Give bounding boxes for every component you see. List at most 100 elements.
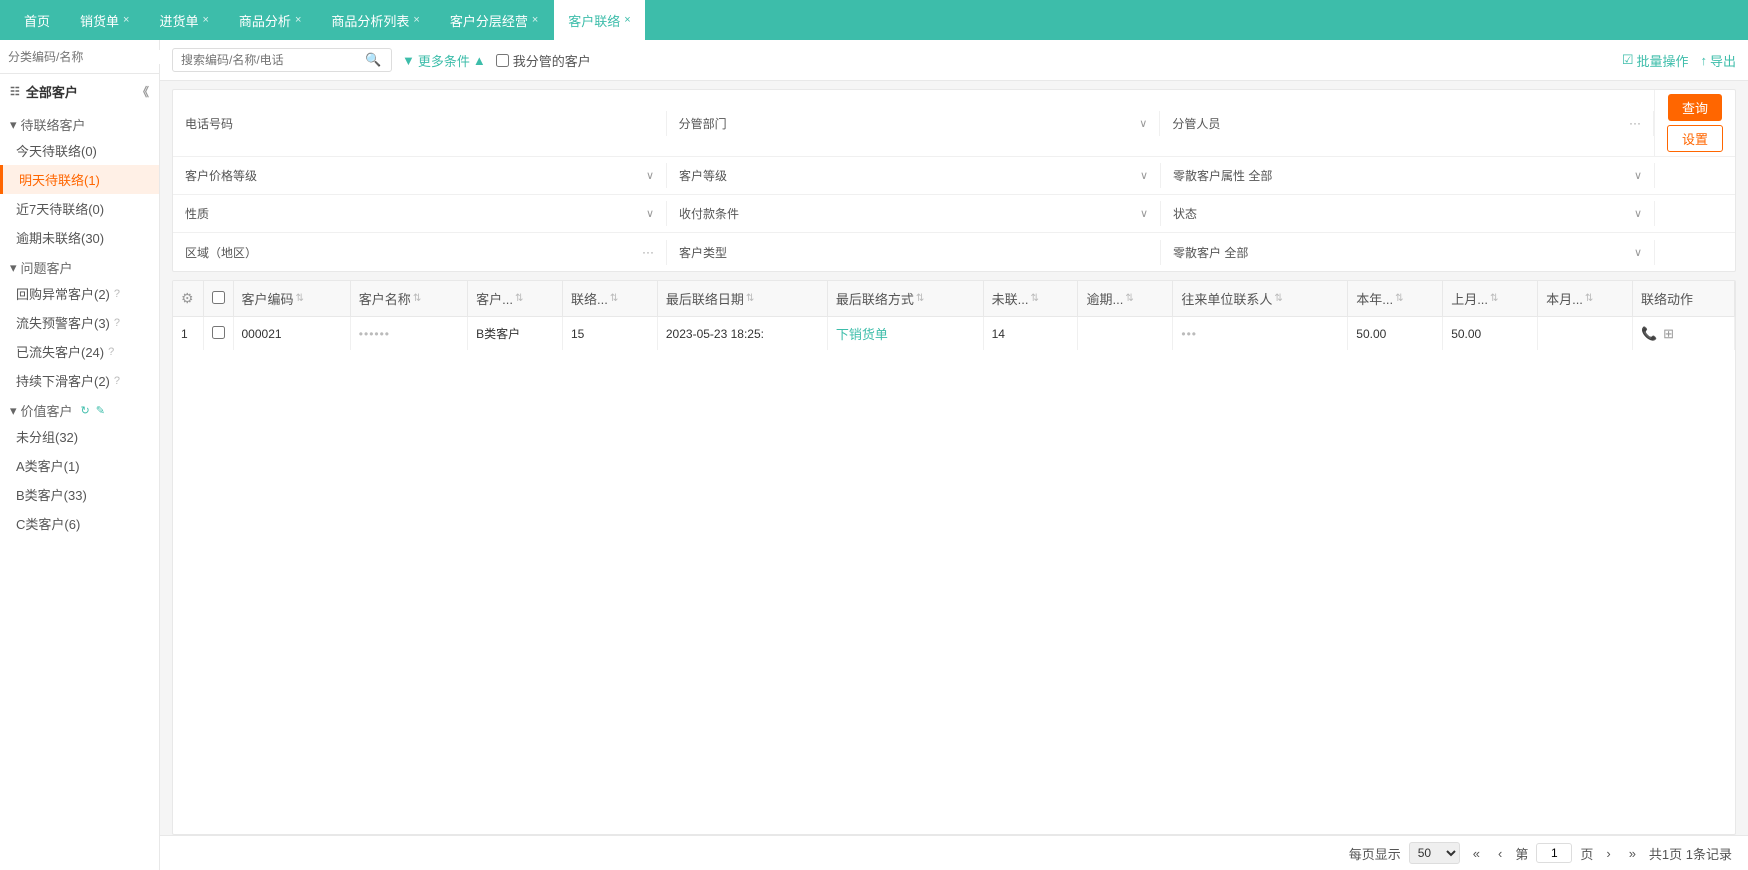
col-level[interactable]: 客户...⇅ — [468, 281, 563, 317]
sidebar-item-tomorrow-pending[interactable]: 明天待联络(1) — [0, 165, 159, 194]
col-overdue[interactable]: 逾期...⇅ — [1078, 281, 1173, 317]
total-label: 共1页 1条记录 — [1649, 844, 1732, 863]
nav-close-product-analysis[interactable]: × — [295, 14, 301, 26]
col-gear[interactable]: ⚙ — [173, 281, 203, 317]
sidebar-item-repurchase-abnormal[interactable]: 回购异常客户(2) ? — [0, 279, 159, 308]
nav-sales-order[interactable]: 销货单 × — [66, 0, 143, 40]
row-checkbox[interactable] — [212, 326, 225, 339]
sidebar-item-c-class[interactable]: C类客户(6) — [0, 509, 159, 538]
col-name[interactable]: 客户名称⇅ — [350, 281, 467, 317]
filter-status[interactable]: 状态 ∨ — [1161, 201, 1655, 226]
filter-payment-label: 收付款条件 — [679, 205, 739, 222]
last-page-btn[interactable]: » — [1624, 844, 1641, 863]
arrow-down-icon3: ▾ — [10, 403, 17, 419]
search-icon[interactable]: 🔍 — [365, 52, 381, 68]
sidebar-item-overdue-pending[interactable]: 逾期未联络(30) — [0, 223, 159, 252]
nav-product-analysis[interactable]: 商品分析 × — [225, 0, 315, 40]
sidebar-item-ungrouped[interactable]: 未分组(32) — [0, 422, 159, 451]
cell-name: •••••• — [350, 317, 467, 351]
col-contact-person[interactable]: 往来单位联系人⇅ — [1173, 281, 1348, 317]
filter-customer-type-label: 客户类型 — [679, 244, 739, 261]
my-customers-check[interactable] — [496, 54, 509, 67]
nav-close-customer-contact[interactable]: × — [624, 14, 630, 26]
filter-customer-level-select: ∨ — [747, 169, 1148, 182]
search-input-wrap: 🔍 — [172, 48, 392, 72]
sidebar-item-7days-pending[interactable]: 近7天待联络(0) — [0, 194, 159, 223]
col-contact-count[interactable]: 联络...⇅ — [562, 281, 657, 317]
export-btn[interactable]: ↑ 导出 — [1700, 51, 1736, 70]
first-page-btn[interactable]: « — [1468, 844, 1485, 863]
sidebar-section-pending: ▾ 待联络客户 — [0, 109, 159, 136]
sidebar-all-customers[interactable]: ☷ 全部客户 《 — [0, 74, 159, 109]
query-button[interactable]: 查询 — [1668, 94, 1722, 121]
sidebar-item-churned[interactable]: 已流失客户(24) ? — [0, 337, 159, 366]
cell-checkbox[interactable] — [203, 317, 233, 351]
batch-operate-btn[interactable]: ☑ 批量操作 — [1622, 51, 1689, 70]
filter-payment[interactable]: 收付款条件 ∨ — [667, 201, 1161, 226]
filter-manager[interactable]: 分管人员 ··· — [1160, 111, 1654, 136]
help-icon3: ? — [108, 346, 114, 358]
sort-icon-last-month: ⇅ — [1490, 293, 1498, 304]
filter-dots2: ··· — [642, 245, 654, 259]
filter-row-4: 区域（地区） ··· 客户类型 零散客户 全部 ∨ — [173, 233, 1735, 271]
help-icon4: ? — [114, 375, 120, 387]
refresh-icon[interactable]: ↻ — [81, 404, 90, 417]
edit-icon[interactable]: ✎ — [96, 404, 105, 417]
my-customers-checkbox[interactable]: 我分管的客户 — [496, 51, 591, 70]
nav-purchase-order[interactable]: 进货单 × — [145, 0, 222, 40]
filter-department[interactable]: 分管部门 ∨ — [667, 111, 1161, 136]
sidebar-item-churn-warning[interactable]: 流失预警客户(3) ? — [0, 308, 159, 337]
col-last-month[interactable]: 上月...⇅ — [1443, 281, 1538, 317]
qr-icon[interactable]: ⊞ — [1663, 326, 1674, 342]
customer-name-blur: •••••• — [359, 327, 390, 341]
nav-customer-contact[interactable]: 客户联络 × — [554, 0, 644, 40]
nav-product-analysis-list[interactable]: 商品分析列表 × — [317, 0, 433, 40]
col-this-year[interactable]: 本年...⇅ — [1348, 281, 1443, 317]
select-all-checkbox[interactable] — [212, 291, 225, 304]
per-page-select[interactable]: 50 100 200 — [1409, 842, 1460, 864]
nav-close-purchase-order[interactable]: × — [202, 14, 208, 26]
more-conditions-btn[interactable]: ▼ 更多条件 ▲ — [402, 51, 486, 70]
col-code[interactable]: 客户编码⇅ — [233, 281, 350, 317]
sidebar-item-b-class[interactable]: B类客户(33) — [0, 480, 159, 509]
sidebar-section-problem: ▾ 问题客户 — [0, 252, 159, 279]
sort-icon-contact-person: ⇅ — [1274, 293, 1282, 304]
sidebar-item-declining[interactable]: 持续下滑客户(2) ? — [0, 366, 159, 395]
filter-customer-type[interactable]: 客户类型 — [667, 240, 1161, 265]
nav-customer-tier[interactable]: 客户分层经营 × — [436, 0, 552, 40]
filter-region[interactable]: 区域（地区） ··· — [173, 240, 667, 265]
phone-icon[interactable]: 📞 — [1641, 326, 1657, 342]
nav-close-sales-order[interactable]: × — [123, 14, 129, 26]
sidebar-item-a-class[interactable]: A类客户(1) — [0, 451, 159, 480]
filter-row-3: 性质 ∨ 收付款条件 ∨ 状态 ∨ — [173, 195, 1735, 233]
nav-close-product-analysis-list[interactable]: × — [413, 14, 419, 26]
search-input[interactable] — [181, 53, 361, 67]
col-checkbox[interactable] — [203, 281, 233, 317]
nav-home[interactable]: 首页 — [10, 0, 64, 40]
prev-page-btn[interactable]: ‹ — [1493, 844, 1507, 863]
nav-close-customer-tier[interactable]: × — [532, 14, 538, 26]
sidebar-search-input[interactable] — [8, 50, 163, 64]
col-action: 联络动作 — [1632, 281, 1734, 317]
filter-row-1: 电话号码 分管部门 ∨ 分管人员 ··· 查询 设置 — [173, 90, 1735, 157]
main-container: 🔍 ☷ 全部客户 《 ▾ 待联络客户 今天待联络(0) 明天待联络(1) 近7天… — [0, 40, 1748, 870]
col-last-date[interactable]: 最后联络日期⇅ — [657, 281, 827, 317]
chevron-down-icon: ∨ — [1139, 117, 1147, 130]
set-button[interactable]: 设置 — [1667, 125, 1723, 152]
cell-last-method[interactable]: 下销货单 — [827, 317, 983, 351]
filter-dots: ··· — [1629, 116, 1641, 130]
page-input[interactable] — [1536, 843, 1572, 863]
next-page-btn[interactable]: › — [1601, 844, 1615, 863]
col-last-method[interactable]: 最后联络方式⇅ — [827, 281, 983, 317]
last-method-link[interactable]: 下销货单 — [836, 327, 888, 342]
gear-icon[interactable]: ⚙ — [181, 290, 194, 306]
filter-price-level[interactable]: 客户价格等级 ∨ — [173, 163, 667, 188]
filter-customer-level[interactable]: 客户等级 ∨ — [667, 163, 1161, 188]
filter-retail-attr[interactable]: 零散客户属性 全部 ∨ — [1161, 163, 1655, 188]
filter-retail-customer[interactable]: 零散客户 全部 ∨ — [1161, 240, 1655, 265]
col-this-month[interactable]: 本月...⇅ — [1538, 281, 1633, 317]
sidebar-item-today-pending[interactable]: 今天待联络(0) — [0, 136, 159, 165]
table-container: ⚙ 客户编码⇅ 客户名称⇅ 客户...⇅ — [172, 280, 1736, 835]
col-uncontacted[interactable]: 未联...⇅ — [983, 281, 1078, 317]
filter-nature[interactable]: 性质 ∨ — [173, 201, 667, 226]
